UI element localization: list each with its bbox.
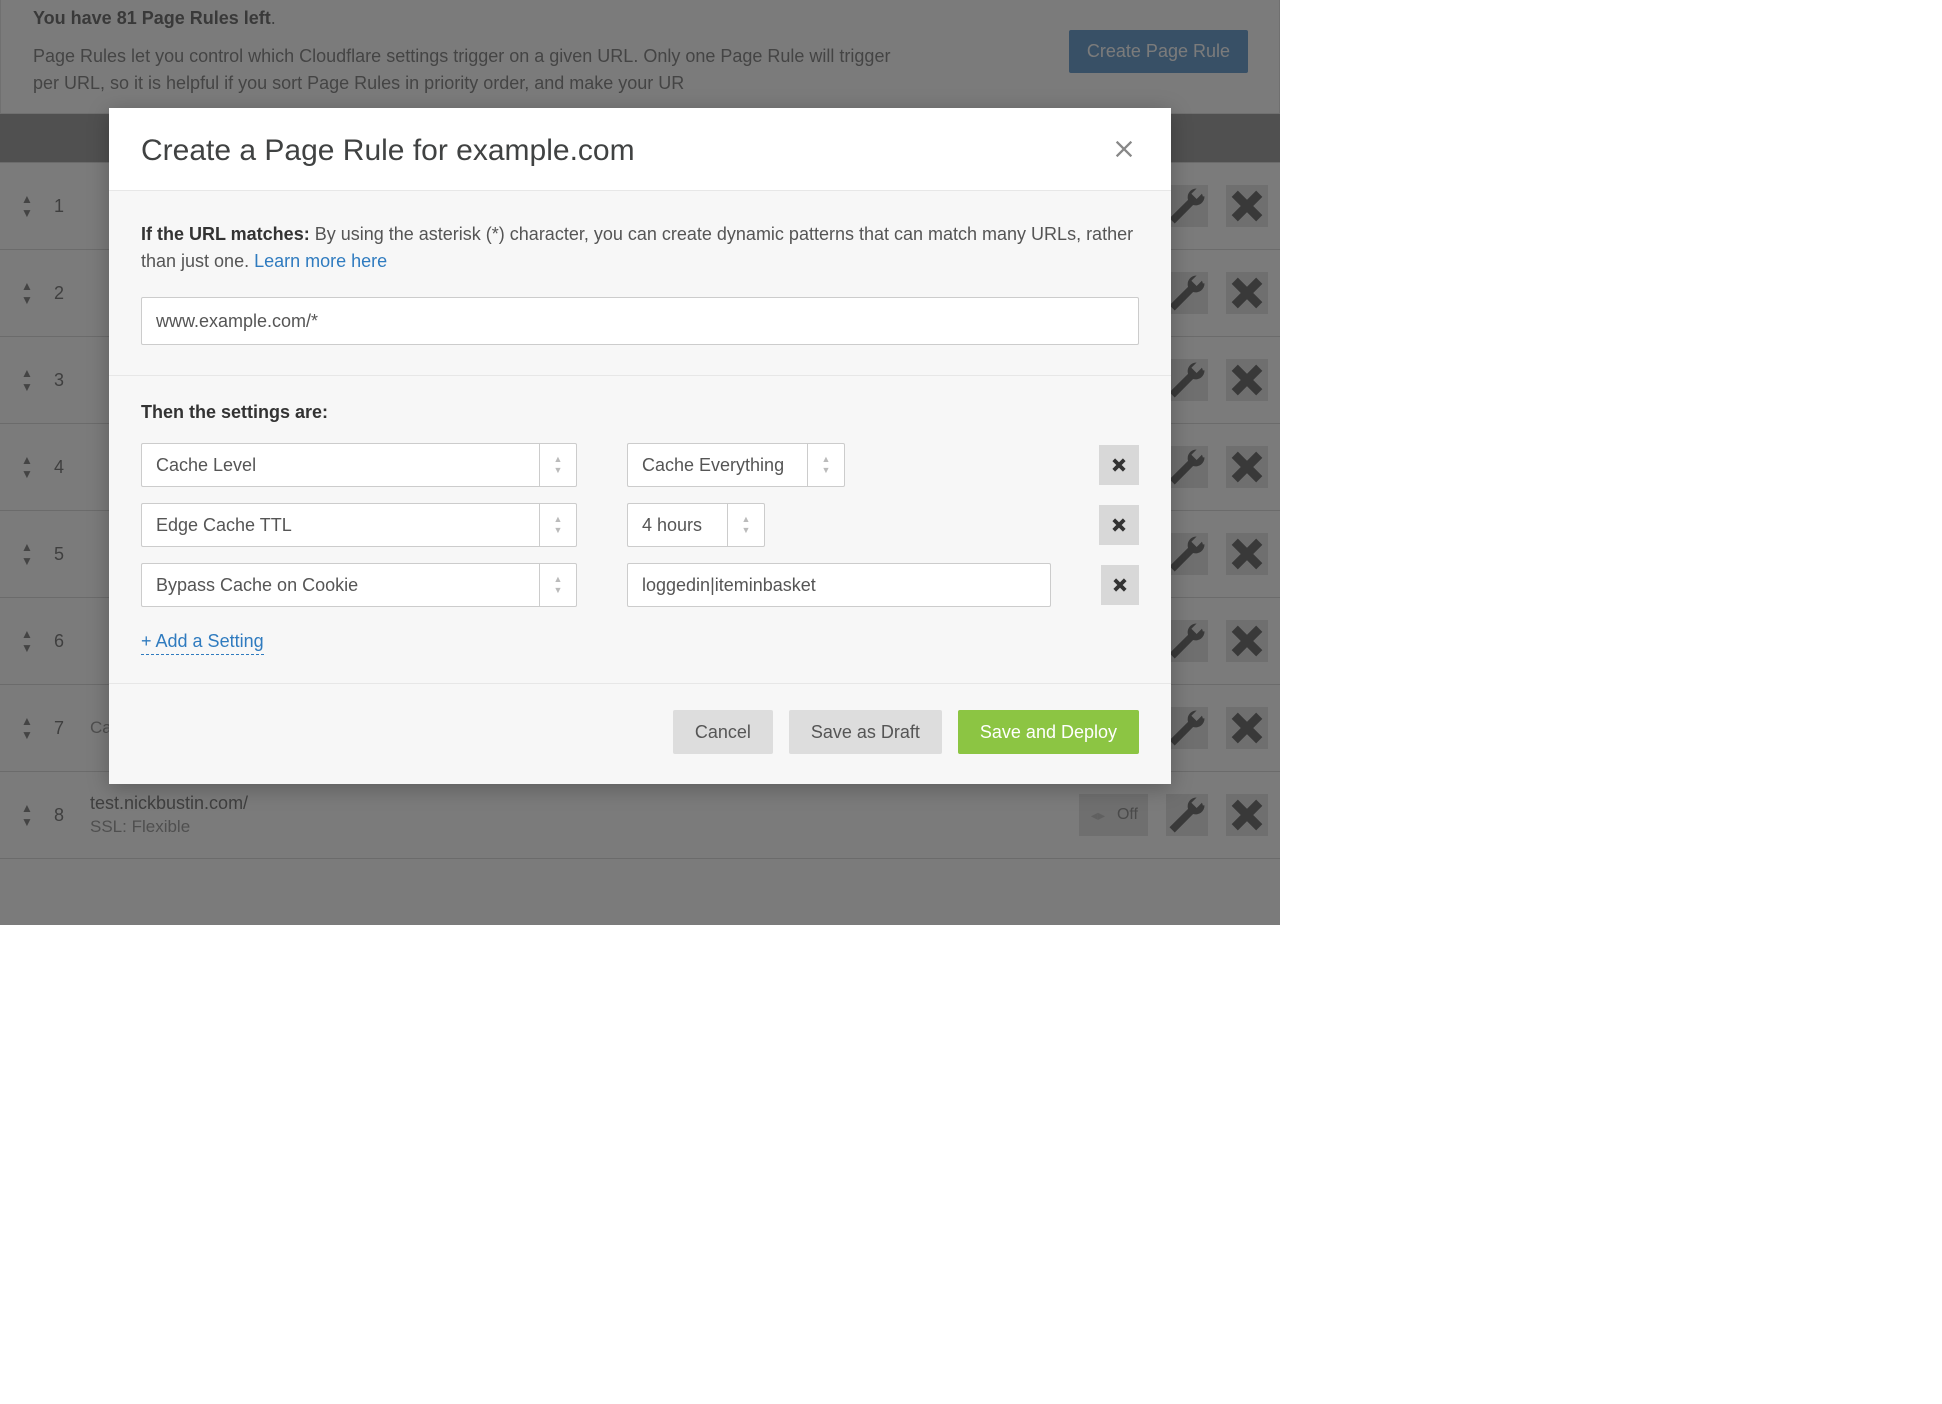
chevron-updown-icon[interactable]: ▲▼ <box>539 563 577 607</box>
save-deploy-button[interactable]: Save and Deploy <box>958 710 1139 754</box>
chevron-updown-icon[interactable]: ▲▼ <box>807 443 845 487</box>
setting-value-select[interactable]: Cache Everything <box>627 443 807 487</box>
url-match-label: If the URL matches: By using the asteris… <box>141 221 1139 275</box>
setting-key-select[interactable]: Bypass Cache on Cookie <box>141 563 539 607</box>
chevron-updown-icon[interactable]: ▲▼ <box>539 443 577 487</box>
modal-title: Create a Page Rule for example.com <box>141 134 635 168</box>
create-page-rule-modal: Create a Page Rule for example.com If th… <box>109 108 1171 784</box>
modal-overlay: Create a Page Rule for example.com If th… <box>0 0 1280 925</box>
save-draft-button[interactable]: Save as Draft <box>789 710 942 754</box>
remove-setting-icon[interactable] <box>1099 505 1139 545</box>
setting-key-select[interactable]: Edge Cache TTL <box>141 503 539 547</box>
setting-row: Cache Level▲▼Cache Everything▲▼ <box>141 443 1139 487</box>
remove-setting-icon[interactable] <box>1101 565 1139 605</box>
chevron-updown-icon[interactable]: ▲▼ <box>727 503 765 547</box>
learn-more-link[interactable]: Learn more here <box>254 251 387 271</box>
setting-row: Edge Cache TTL▲▼4 hours▲▼ <box>141 503 1139 547</box>
url-pattern-input[interactable] <box>141 297 1139 345</box>
setting-value-select[interactable]: 4 hours <box>627 503 727 547</box>
settings-heading: Then the settings are: <box>141 402 1139 423</box>
setting-value-input[interactable] <box>627 563 1051 607</box>
close-icon[interactable] <box>1109 134 1139 168</box>
cancel-button[interactable]: Cancel <box>673 710 773 754</box>
remove-setting-icon[interactable] <box>1099 445 1139 485</box>
setting-key-select[interactable]: Cache Level <box>141 443 539 487</box>
chevron-updown-icon[interactable]: ▲▼ <box>539 503 577 547</box>
add-setting-link[interactable]: + Add a Setting <box>141 631 264 655</box>
setting-row: Bypass Cache on Cookie▲▼ <box>141 563 1139 607</box>
